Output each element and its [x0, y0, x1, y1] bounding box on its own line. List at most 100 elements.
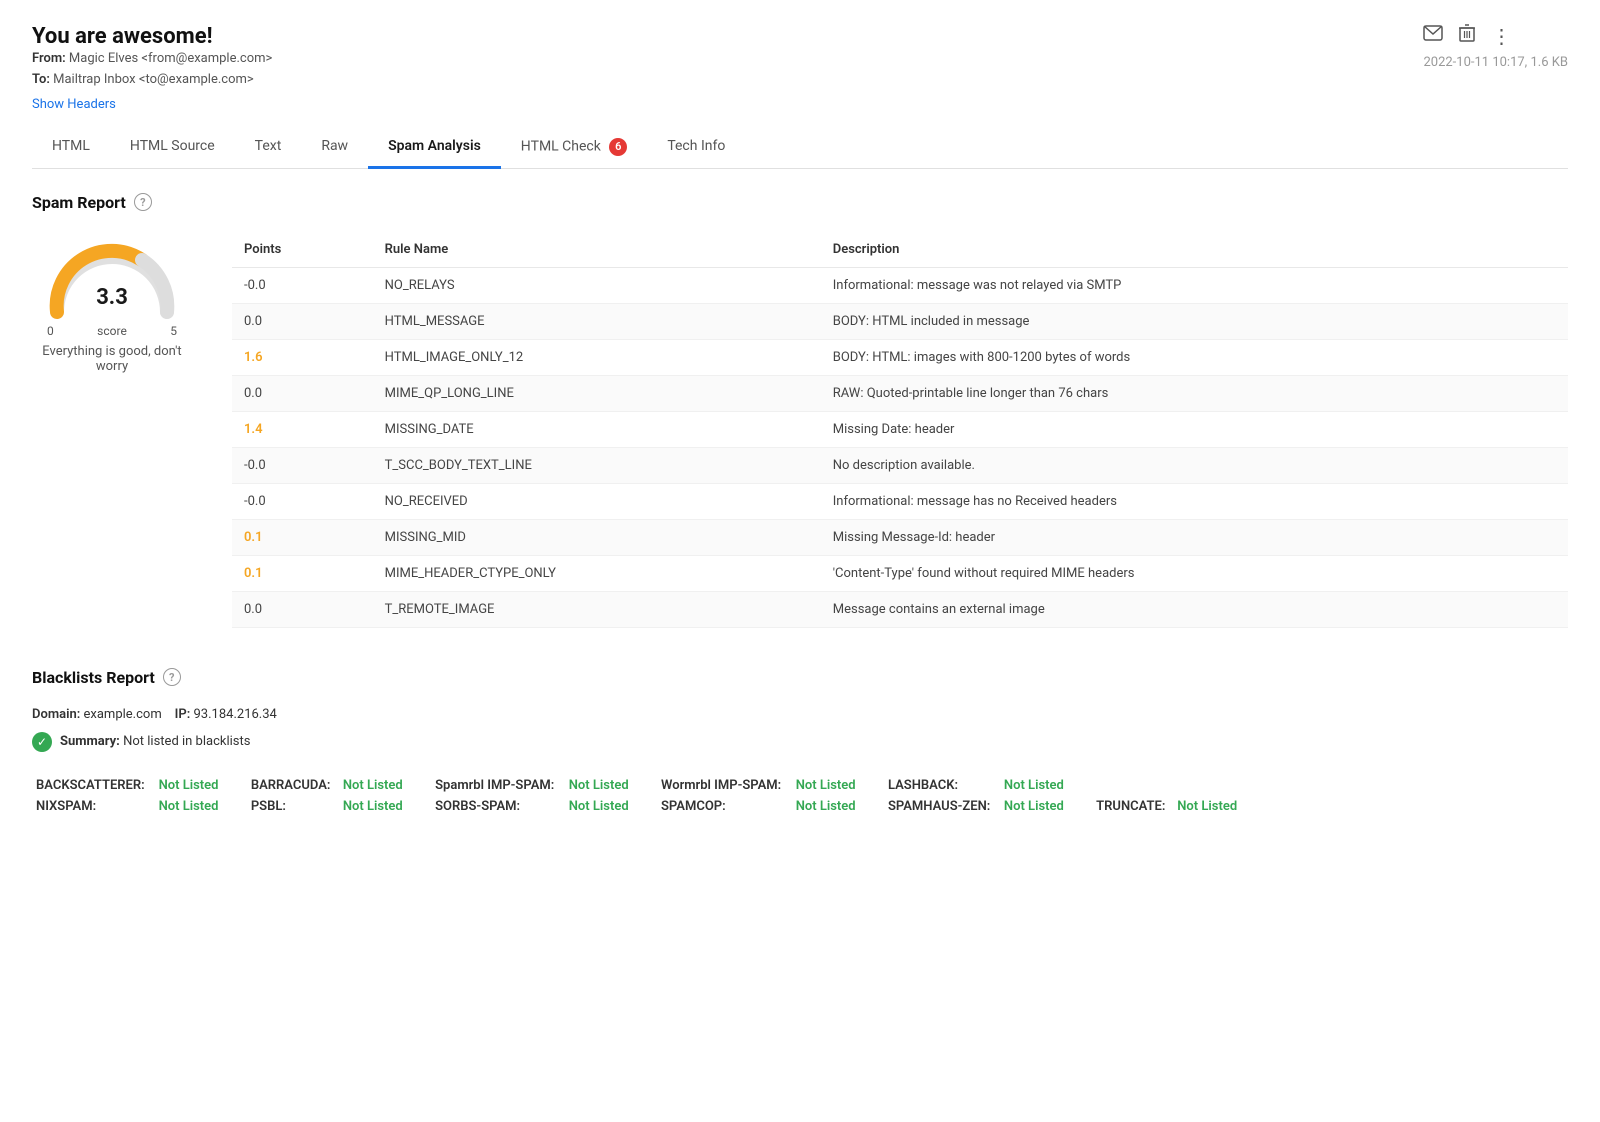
- show-headers-link[interactable]: Show Headers: [32, 97, 116, 112]
- cell-desc: Missing Message-Id: header: [821, 519, 1568, 555]
- table-row: -0.0NO_RECEIVEDInformational: message ha…: [232, 483, 1568, 519]
- email-icon[interactable]: [1423, 25, 1443, 46]
- tab-html[interactable]: HTML: [32, 128, 110, 169]
- blacklists-help-icon[interactable]: ?: [163, 668, 181, 686]
- from-label: From:: [32, 51, 66, 66]
- cell-desc: BODY: HTML: images with 800-1200 bytes o…: [821, 339, 1568, 375]
- to-value: Mailtrap Inbox <to@example.com>: [53, 72, 254, 87]
- bl-value: Not Listed: [159, 778, 247, 793]
- domain-value: example.com: [84, 707, 162, 722]
- email-title: You are awesome!: [32, 24, 1423, 49]
- ip-label: IP:: [175, 707, 191, 722]
- cell-rule: HTML_IMAGE_ONLY_12: [373, 339, 821, 375]
- bl-label: BACKSCATTERER:: [36, 778, 155, 793]
- col-desc: Description: [821, 232, 1568, 268]
- blacklist-table: BACKSCATTERER: Not Listed BARRACUDA: Not Li…: [32, 772, 1270, 820]
- cell-desc: Message contains an external image: [821, 591, 1568, 627]
- trash-icon[interactable]: [1459, 24, 1475, 47]
- col-points: Points: [232, 232, 373, 268]
- tab-html-check[interactable]: HTML Check 6: [501, 128, 648, 169]
- ip-value: 93.184.216.34: [194, 707, 277, 722]
- bl-label: SPAMCOP:: [661, 799, 792, 814]
- bl-value: Not Listed: [1177, 799, 1265, 814]
- bl-label: TRUNCATE:: [1096, 799, 1173, 814]
- table-row: 0.1MISSING_MIDMissing Message-Id: header: [232, 519, 1568, 555]
- bl-value: Not Listed: [796, 778, 884, 793]
- svg-text:3.3: 3.3: [96, 285, 128, 310]
- cell-points: 0.0: [232, 591, 373, 627]
- date-size: 2022-10-11 10:17, 1.6 KB: [1423, 55, 1568, 70]
- header-right: ⋮ 2022-10-11 10:17, 1.6 KB: [1423, 24, 1568, 112]
- gauge-score-label: score: [97, 324, 127, 338]
- gauge-min: 0: [47, 324, 54, 338]
- cell-rule: T_SCC_BODY_TEXT_LINE: [373, 447, 821, 483]
- table-row: 0.0HTML_MESSAGEBODY: HTML included in me…: [232, 303, 1568, 339]
- tab-bar: HTML HTML Source Text Raw Spam Analysis …: [32, 128, 1568, 169]
- to-line: To: Mailtrap Inbox <to@example.com>: [32, 70, 1423, 91]
- cell-points: 0.1: [232, 555, 373, 591]
- tab-html-source[interactable]: HTML Source: [110, 128, 235, 169]
- tab-raw[interactable]: Raw: [301, 128, 368, 169]
- gauge-scale: 0 score 5: [47, 324, 177, 338]
- cell-points: 0.1: [232, 519, 373, 555]
- bl-label: BARRACUDA:: [251, 778, 339, 793]
- spam-report-container: 3.3 0 score 5 Everything is good, don't …: [32, 232, 1568, 628]
- blacklists-title: Blacklists Report ?: [32, 668, 1568, 687]
- table-row: 1.6HTML_IMAGE_ONLY_12BODY: HTML: images …: [232, 339, 1568, 375]
- spam-report-help-icon[interactable]: ?: [134, 193, 152, 211]
- bl-value: Not Listed: [343, 778, 431, 793]
- blacklist-row: NIXSPAM:Not ListedPSBL:Not ListedSORBS-S…: [36, 799, 1266, 814]
- bl-label: SORBS-SPAM:: [435, 799, 565, 814]
- blacklist-row: BACKSCATTERER: Not Listed BARRACUDA: Not Li…: [36, 778, 1266, 793]
- cell-points: 1.4: [232, 411, 373, 447]
- cell-desc: RAW: Quoted-printable line longer than 7…: [821, 375, 1568, 411]
- cell-points: 0.0: [232, 303, 373, 339]
- bl-label: PSBL:: [251, 799, 339, 814]
- gauge-container: 3.3 0 score 5 Everything is good, don't …: [32, 232, 192, 628]
- cell-rule: MIME_QP_LONG_LINE: [373, 375, 821, 411]
- to-label: To:: [32, 72, 50, 87]
- meta-info: From: Magic Elves <from@example.com> To:…: [32, 49, 1423, 91]
- cell-rule: MIME_HEADER_CTYPE_ONLY: [373, 555, 821, 591]
- from-value: Magic Elves <from@example.com>: [69, 51, 272, 66]
- summary-row: ✓ Summary: Not listed in blacklists: [32, 732, 1568, 752]
- gauge-message: Everything is good, don't worry: [42, 344, 182, 374]
- cell-desc: Informational: message was not relayed v…: [821, 267, 1568, 303]
- tab-text[interactable]: Text: [235, 128, 302, 169]
- tab-tech-info[interactable]: Tech Info: [647, 128, 745, 169]
- cell-points: -0.0: [232, 447, 373, 483]
- table-row: -0.0NO_RELAYSInformational: message was …: [232, 267, 1568, 303]
- bl-value: Not Listed: [1004, 778, 1092, 793]
- cell-rule: T_REMOTE_IMAGE: [373, 591, 821, 627]
- more-icon[interactable]: ⋮: [1491, 26, 1511, 46]
- table-row: -0.0T_SCC_BODY_TEXT_LINENo description a…: [232, 447, 1568, 483]
- table-row: 1.4MISSING_DATEMissing Date: header: [232, 411, 1568, 447]
- header-actions: ⋮: [1423, 24, 1568, 47]
- cell-rule: MISSING_MID: [373, 519, 821, 555]
- spam-report-label: Spam Report: [32, 193, 126, 212]
- bl-label: SPAMHAUS-ZEN:: [888, 799, 1000, 814]
- tab-spam-analysis[interactable]: Spam Analysis: [368, 128, 501, 169]
- bl-label: LASHBACK:: [888, 778, 1000, 793]
- table-row: 0.1MIME_HEADER_CTYPE_ONLY'Content-Type' …: [232, 555, 1568, 591]
- cell-rule: MISSING_DATE: [373, 411, 821, 447]
- summary-label: Summary: Not listed in blacklists: [60, 734, 250, 749]
- cell-rule: NO_RECEIVED: [373, 483, 821, 519]
- blacklists-section: Blacklists Report ? Domain: example.com …: [32, 668, 1568, 820]
- blacklists-label: Blacklists Report: [32, 668, 155, 687]
- cell-desc: Informational: message has no Received h…: [821, 483, 1568, 519]
- bl-value: Not Listed: [796, 799, 884, 814]
- gauge-max: 5: [170, 324, 177, 338]
- domain-label: Domain:: [32, 707, 80, 722]
- cell-desc: Missing Date: header: [821, 411, 1568, 447]
- bl-value: Not Listed: [159, 799, 247, 814]
- bl-value: Not Listed: [569, 799, 657, 814]
- gauge-svg: 3.3: [42, 232, 182, 322]
- bl-value: Not Listed: [1004, 799, 1092, 814]
- table-row: 0.0T_REMOTE_IMAGEMessage contains an ext…: [232, 591, 1568, 627]
- cell-points: 1.6: [232, 339, 373, 375]
- cell-desc: No description available.: [821, 447, 1568, 483]
- cell-points: -0.0: [232, 267, 373, 303]
- cell-points: 0.0: [232, 375, 373, 411]
- bl-label: Spamrbl IMP-SPAM:: [435, 778, 565, 793]
